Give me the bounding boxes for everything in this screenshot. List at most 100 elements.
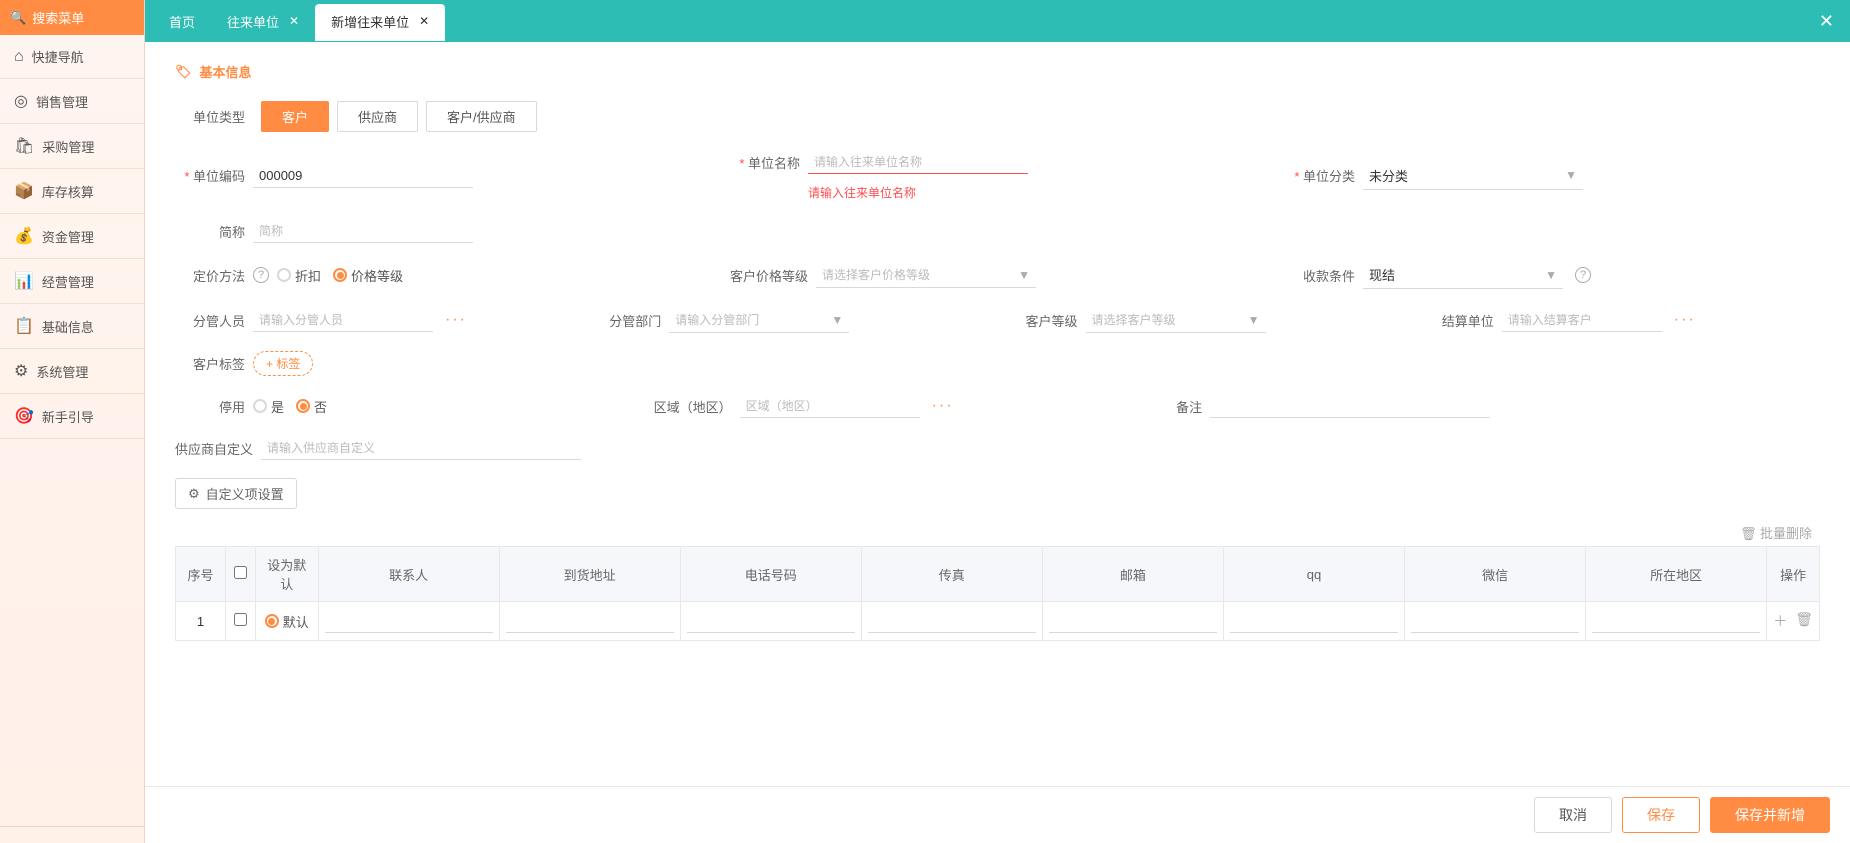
row-fax[interactable] <box>861 602 1042 641</box>
customer-price-level-select[interactable]: 请选择客户价格等级 ▼ <box>816 262 1036 288</box>
name-field-group: 单位名称 请输入往来单位名称 <box>730 150 1265 201</box>
manager-more-button[interactable]: ··· <box>441 311 471 329</box>
section-title-icon: 🏷 <box>175 64 192 80</box>
row-contact[interactable] <box>318 602 499 641</box>
abbr-input[interactable] <box>253 219 473 243</box>
batch-delete-button[interactable]: 🗑 批量删除 <box>175 519 1820 546</box>
row-default-radio[interactable]: 默认 <box>262 612 312 631</box>
region-label: 区域（地区） <box>654 397 732 416</box>
address-input[interactable] <box>506 609 674 633</box>
tab-bar-close-button[interactable]: ✕ <box>1811 7 1842 36</box>
phone-input[interactable] <box>687 609 855 633</box>
supplier-custom-input[interactable] <box>261 436 581 460</box>
sidebar-item-finance[interactable]: 💰资金管理 <box>0 214 144 259</box>
row-phone[interactable] <box>680 602 861 641</box>
sidebar-item-purchase[interactable]: 🛍采购管理 <box>0 124 144 169</box>
sidebar-finance-icon: 💰 <box>14 226 34 246</box>
sidebar-item-system[interactable]: ⚙系统管理 <box>0 349 144 394</box>
discount-radio[interactable]: 折扣 <box>277 266 321 285</box>
sidebar-item-quick-nav[interactable]: ⌂快捷导航 <box>0 35 144 79</box>
wechat-input[interactable] <box>1411 609 1579 633</box>
dept-dropdown-icon: ▼ <box>831 313 843 327</box>
region-more-button[interactable]: ··· <box>928 397 958 415</box>
email-input[interactable] <box>1049 609 1217 633</box>
cancel-button[interactable]: 取消 <box>1534 797 1612 833</box>
category-select[interactable]: 未分类 ▼ <box>1363 162 1583 190</box>
tab-home[interactable]: 首页 <box>153 4 211 39</box>
unit-type-supplier-button[interactable]: 供应商 <box>337 101 418 132</box>
row-qq[interactable] <box>1223 602 1404 641</box>
row-wechat[interactable] <box>1405 602 1586 641</box>
row-action: ＋ 🗑 <box>1767 602 1820 641</box>
sidebar-item-operations[interactable]: 📊经营管理 <box>0 259 144 304</box>
sidebar-item-label: 经营管理 <box>42 272 94 291</box>
row-checkbox[interactable] <box>226 602 256 641</box>
tab-close-new-partner[interactable]: ✕ <box>419 14 429 28</box>
category-label: 单位分类 <box>1285 166 1355 185</box>
region-input[interactable] <box>740 394 920 418</box>
pt-dropdown-icon: ▼ <box>1545 268 1557 282</box>
tab-new-partner[interactable]: 新增往来单位 ✕ <box>315 4 445 41</box>
disable-yes-radio[interactable]: 是 <box>253 397 284 416</box>
sidebar-item-guide[interactable]: 🎯新手引导 <box>0 394 144 439</box>
delete-row-button[interactable]: 🗑 <box>1795 611 1813 631</box>
tab-label-new-partner: 新增往来单位 <box>331 12 409 31</box>
main-area: 首页往来单位 ✕ 新增往来单位 ✕ ✕ 🏷 基本信息 单位类型 客户 供应商 客户/供… <box>145 0 1850 843</box>
tab-partners[interactable]: 往来单位 ✕ <box>211 4 315 39</box>
default-radio-circle <box>265 614 279 628</box>
tab-label-partners: 往来单位 <box>227 12 279 31</box>
dept-label: 分管部门 <box>591 311 661 330</box>
payment-terms-group: 收款条件 现结 ▼ ? <box>1285 261 1820 289</box>
customer-level-select[interactable]: 请选择客户等级 ▼ <box>1086 307 1266 333</box>
batch-delete-label: 批量删除 <box>1760 526 1812 541</box>
settlement-unit-input[interactable] <box>1502 308 1662 332</box>
price-level-radio[interactable]: 价格等级 <box>333 266 403 285</box>
dept-select[interactable]: 请输入分管部门 ▼ <box>669 307 849 333</box>
payment-terms-help-icon[interactable]: ? <box>1575 267 1591 283</box>
sidebar-item-label: 库存核算 <box>42 182 94 201</box>
form-content: 🏷 基本信息 单位类型 客户 供应商 客户/供应商 单位编码 单位名称 请输入往… <box>145 42 1850 786</box>
remark-input[interactable] <box>1210 394 1490 418</box>
add-tag-button[interactable]: + 标签 <box>253 351 313 376</box>
tab-close-partners[interactable]: ✕ <box>289 14 299 28</box>
col-checkbox[interactable] <box>226 547 256 602</box>
row-address[interactable] <box>499 602 680 641</box>
disable-group: 停用 是 否 <box>175 397 634 416</box>
sidebar-item-sales[interactable]: ◎销售管理 <box>0 79 144 124</box>
tag-row: 客户标签 + 标签 <box>175 351 1820 376</box>
save-button[interactable]: 保存 <box>1622 797 1700 833</box>
custom-settings-button[interactable]: ⚙ 自定义项设置 <box>175 478 297 509</box>
settlement-more-button[interactable]: ··· <box>1670 311 1700 329</box>
region-group: 区域（地区） ··· <box>654 394 1113 418</box>
name-input[interactable] <box>808 150 1028 174</box>
contact-input[interactable] <box>325 609 493 633</box>
manager-group: 分管人员 ··· <box>175 308 571 332</box>
discount-label: 折扣 <box>295 266 321 285</box>
code-input[interactable] <box>253 164 473 188</box>
row-region-input[interactable] <box>1592 609 1760 633</box>
sidebar: 🔍 搜索菜单 ⌂快捷导航◎销售管理🛍采购管理📦库存核算💰资金管理📊经营管理📋基础… <box>0 0 145 843</box>
table-row: 1 默认 <box>176 602 1820 641</box>
sidebar-guide-icon: 🎯 <box>14 406 34 426</box>
payment-terms-select[interactable]: 现结 ▼ <box>1363 261 1563 289</box>
disable-no-radio[interactable]: 否 <box>296 397 327 416</box>
search-menu-button[interactable]: 🔍 搜索菜单 <box>0 0 144 35</box>
manager-input[interactable] <box>253 308 433 332</box>
fax-input[interactable] <box>868 609 1036 633</box>
sidebar-item-inventory[interactable]: 📦库存核算 <box>0 169 144 214</box>
save-and-new-button[interactable]: 保存并新增 <box>1710 797 1830 833</box>
row-region[interactable] <box>1586 602 1767 641</box>
unit-type-customer-button[interactable]: 客户 <box>261 101 329 132</box>
unit-type-both-button[interactable]: 客户/供应商 <box>426 101 537 132</box>
default-label: 默认 <box>283 612 309 631</box>
select-all-checkbox[interactable] <box>234 566 247 579</box>
row-select-checkbox[interactable] <box>234 613 247 626</box>
customer-price-level-group: 客户价格等级 请选择客户价格等级 ▼ <box>730 262 1265 288</box>
sidebar-item-basic[interactable]: 📋基础信息 <box>0 304 144 349</box>
row-email[interactable] <box>1042 602 1223 641</box>
add-row-button[interactable]: ＋ <box>1773 611 1787 631</box>
qq-input[interactable] <box>1230 609 1398 633</box>
row-actions: ＋ 🗑 <box>1773 611 1813 631</box>
search-icon: 🔍 <box>10 10 26 26</box>
pricing-help-icon[interactable]: ? <box>253 267 269 283</box>
